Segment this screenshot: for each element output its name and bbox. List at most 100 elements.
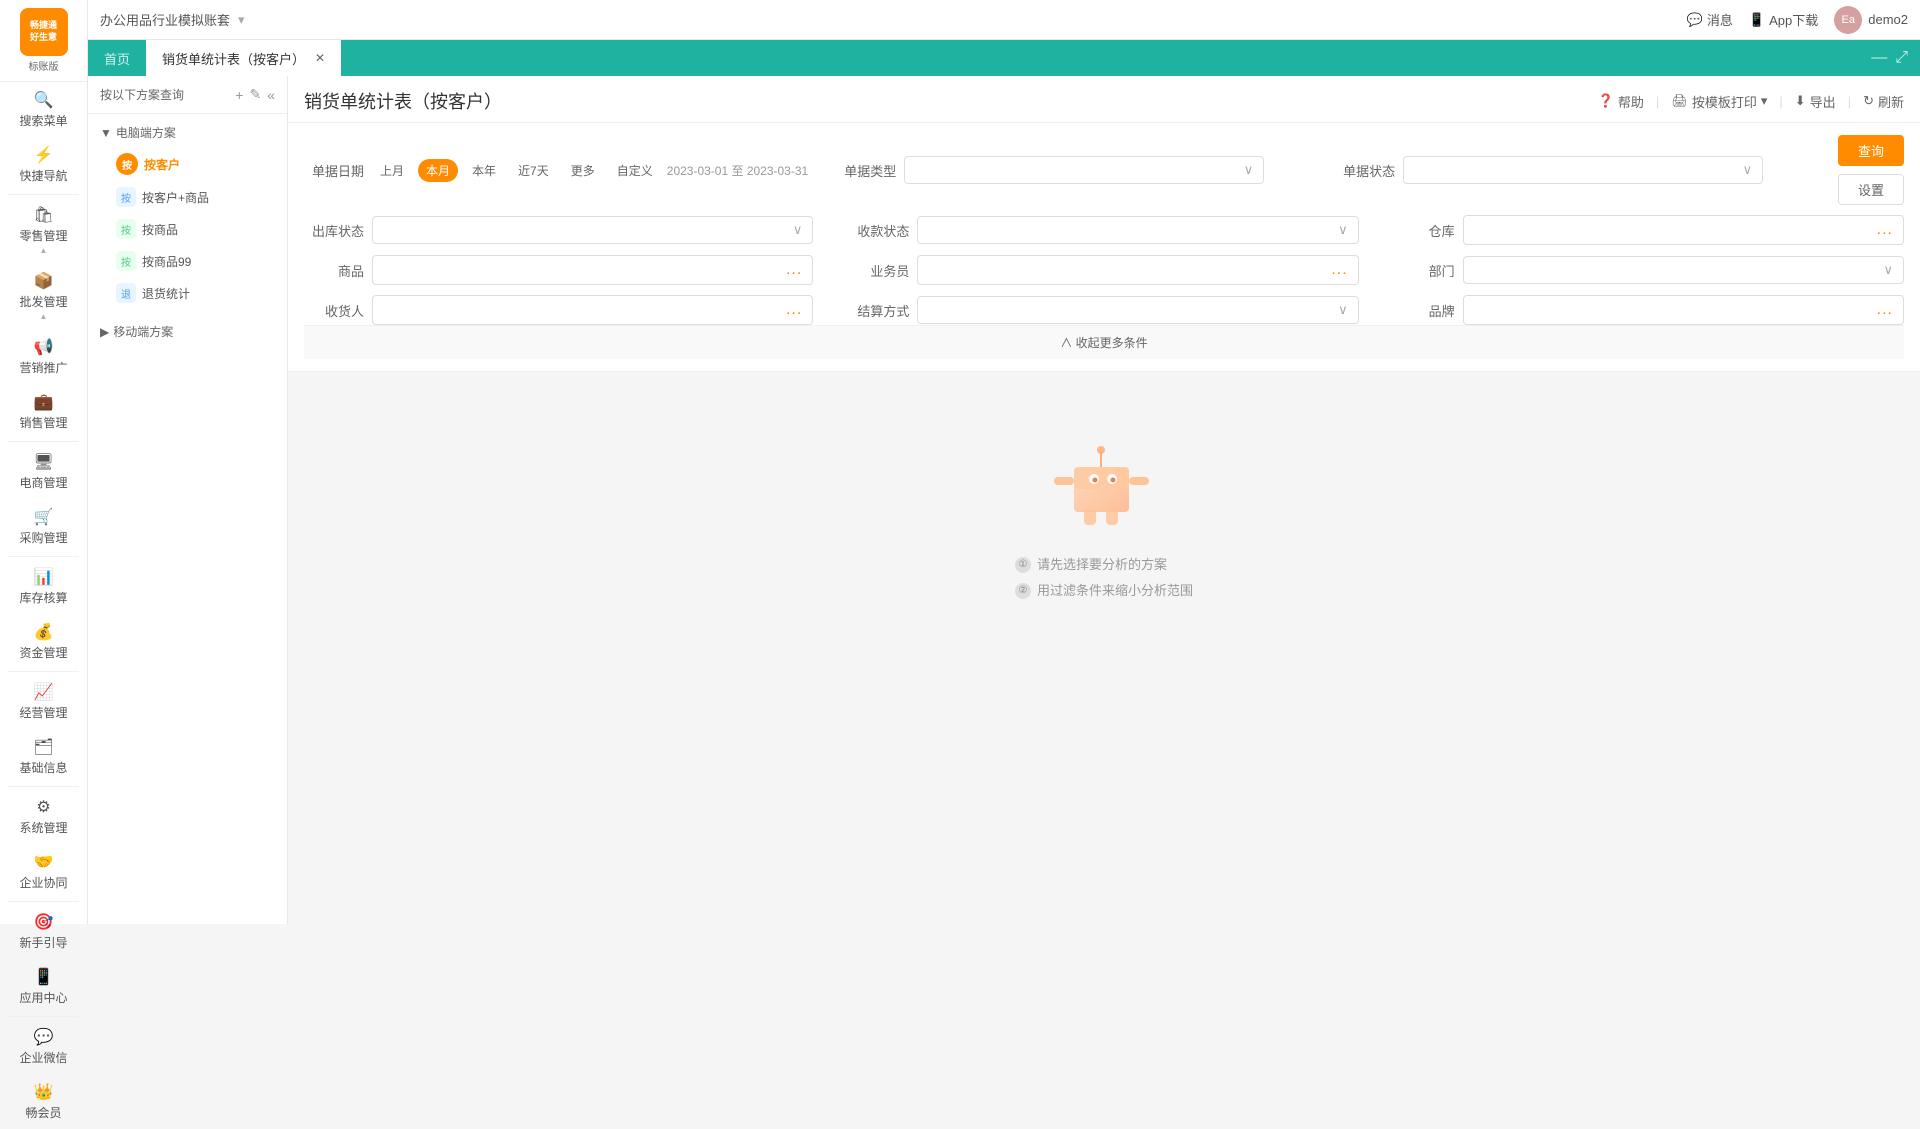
filter-area: 单据日期 上月 本月 本年 近7天 更多 自定义 2023-03-01 至 20…: [288, 123, 1920, 372]
scheme-group-desktop: ▼ 电脑端方案 按 按客户 按 按客户+商品 按 按商品: [88, 114, 287, 313]
recipient-select[interactable]: ...: [372, 295, 813, 325]
message-button[interactable]: 💬 消息: [1687, 10, 1733, 29]
scheme-item-icon-5: 退: [116, 283, 136, 303]
scheme-item-by-product99[interactable]: 按 按商品99: [88, 245, 287, 277]
print-button[interactable]: 🖨 按模板打印 ▾: [1671, 92, 1767, 111]
sidebar-item-finance[interactable]: 💰资金管理: [0, 614, 87, 669]
sidebar-item-purchase[interactable]: 🛒采购管理: [0, 499, 87, 554]
tip-num-1: ①: [1015, 557, 1031, 573]
scheme-item-by-customer[interactable]: 按 按客户: [88, 147, 287, 181]
scheme-collapse-button[interactable]: «: [267, 87, 275, 103]
pay-status-label: 收款状态: [849, 221, 909, 240]
scheme-edit-button[interactable]: ✎: [249, 86, 261, 103]
bill-type-select[interactable]: ∨: [904, 156, 1264, 184]
sidebar-item-marketing[interactable]: 📢营销推广: [0, 329, 87, 384]
help-button[interactable]: ❓ 帮助: [1598, 92, 1644, 111]
basic-icon: 🗂: [33, 737, 53, 757]
sidebar-item-label-appstore: 应用中心: [19, 989, 67, 1006]
sidebar-item-shortcut[interactable]: ⚡快捷导航: [0, 137, 87, 192]
tab-home[interactable]: 首页: [88, 40, 146, 76]
scheme-item-return-stats[interactable]: 退 退货统计: [88, 277, 287, 309]
sidebar-item-newbie[interactable]: 🎯新手引导: [0, 904, 87, 959]
sidebar-item-wechat[interactable]: 💬企业微信: [0, 1019, 87, 1074]
page-header-actions: ❓ 帮助 | 🖨 按模板打印 ▾ | ⬇ 导出 |: [1598, 92, 1904, 111]
refresh-button[interactable]: ↻ 刷新: [1863, 92, 1904, 111]
scheme-add-button[interactable]: +: [235, 87, 243, 103]
pay-status-arrow-icon: ∨: [1338, 222, 1348, 238]
sidebar-item-inventory[interactable]: 📊 库存核算: [0, 559, 87, 614]
sales-icon: 💼: [34, 392, 54, 412]
sidebar-item-label-inventory: 库存核算: [19, 589, 67, 606]
tab-sales-stat[interactable]: 销货单统计表（按客户） ✕: [146, 40, 341, 76]
sidebar-divider-purchase: [8, 556, 79, 557]
settle-select[interactable]: ∨: [917, 296, 1358, 324]
collapse-more-button[interactable]: ∧ 收起更多条件: [304, 325, 1904, 359]
date-this-year[interactable]: 本年: [464, 159, 504, 182]
brand-select[interactable]: ...: [1463, 295, 1904, 325]
sidebar-item-system[interactable]: ⚙系统管理: [0, 789, 87, 844]
sidebar-divider-shortcut: [8, 194, 79, 195]
bill-type-arrow-icon: ∨: [1244, 162, 1254, 178]
pay-status-select[interactable]: ∨: [917, 216, 1358, 244]
purchase-icon: 🛒: [34, 507, 54, 527]
sidebar-item-label-shortcut: 快捷导航: [19, 167, 67, 184]
scheme-item-by-product[interactable]: 按 按商品: [88, 213, 287, 245]
sidebar-item-label-ecommerce: 电商管理: [19, 474, 67, 491]
bill-status-select[interactable]: ∨: [1403, 156, 1763, 184]
scheme-item-label-2: 按客户+商品: [142, 189, 209, 206]
search-button[interactable]: 查询: [1838, 135, 1904, 166]
product-select[interactable]: ...: [372, 255, 813, 285]
scheme-item-icon-2: 按: [116, 187, 136, 207]
salesman-select[interactable]: ...: [917, 255, 1358, 285]
empty-tip-1: ① 请先选择要分析的方案: [1015, 552, 1193, 578]
sidebar-item-retail[interactable]: 🛍零售管理▲: [0, 197, 87, 263]
settings-button[interactable]: 设置: [1838, 174, 1904, 205]
member-icon: 👑: [34, 1082, 54, 1102]
tab-home-label: 首页: [104, 49, 130, 68]
tab-maximize-icon[interactable]: ⤢: [1895, 49, 1908, 67]
dropdown-icon[interactable]: ▾: [238, 12, 245, 28]
date-last-7-days[interactable]: 近7天: [510, 159, 557, 182]
out-status-select[interactable]: ∨: [372, 216, 813, 244]
scheme-group-label: 电脑端方案: [116, 124, 176, 141]
date-more[interactable]: 更多: [563, 159, 603, 182]
tab-minimize-icon[interactable]: —: [1871, 49, 1887, 67]
scheme-group-mobile-toggle[interactable]: ▶ 移动端方案: [88, 317, 287, 346]
scheme-item-label: 按客户: [144, 156, 180, 173]
date-this-month[interactable]: 本月: [418, 159, 458, 182]
inventory-icon: 📊: [34, 567, 54, 587]
sidebar-item-member[interactable]: 👑畅会员: [0, 1074, 87, 1129]
tip-text-1: 请先选择要分析的方案: [1037, 552, 1167, 578]
sidebar-item-label-sales: 销售管理: [19, 414, 67, 431]
tab-close-icon[interactable]: ✕: [315, 51, 325, 65]
sidebar-item-enterprise[interactable]: 🤝企业协同: [0, 844, 87, 899]
scheme-group-arrow: ▼: [100, 126, 112, 140]
user-profile[interactable]: Ea demo2: [1834, 6, 1908, 34]
sidebar-item-sales[interactable]: 💼 销售管理: [0, 384, 87, 439]
scheme-item-by-customer-product[interactable]: 按 按客户+商品: [88, 181, 287, 213]
search-icon: 🔍: [34, 90, 54, 110]
content-area: 按以下方案查询 + ✎ « ▼ 电脑端方案 按 按客户: [88, 76, 1920, 924]
refresh-icon: ↻: [1863, 93, 1874, 109]
date-custom[interactable]: 自定义: [609, 159, 661, 182]
brand-dots-icon: ...: [1877, 301, 1893, 319]
sidebar-item-wholesale[interactable]: 📦批发管理▲: [0, 263, 87, 329]
sidebar-item-label-retail: 零售管理: [19, 227, 67, 244]
industry-selector[interactable]: 办公用品行业模拟账套 ▾: [100, 10, 245, 29]
sidebar-item-basic[interactable]: 🗂基础信息: [0, 729, 87, 784]
filter-row-3: 商品 ... 业务员 ... 部门: [304, 255, 1904, 285]
date-last-month[interactable]: 上月: [372, 159, 412, 182]
sidebar-item-search[interactable]: 🔍搜索菜单: [0, 82, 87, 137]
warehouse-select[interactable]: ...: [1463, 215, 1904, 245]
scheme-panel-header: 按以下方案查询 + ✎ «: [88, 76, 287, 114]
app-download-button[interactable]: 📱 App下载: [1749, 10, 1818, 29]
header-actions: 💬 消息 📱 App下载 Ea demo2: [1687, 6, 1908, 34]
export-button[interactable]: ⬇ 导出: [1795, 92, 1836, 111]
sidebar-item-ecommerce[interactable]: 🖥电商管理: [0, 444, 87, 499]
sidebar-item-appstore[interactable]: 📱应用中心: [0, 959, 87, 1014]
scheme-group-desktop-toggle[interactable]: ▼ 电脑端方案: [88, 118, 287, 147]
department-select[interactable]: ∨: [1463, 256, 1904, 284]
recipient-label: 收货人: [304, 301, 364, 320]
sidebar-divider-basic: [8, 786, 79, 787]
sidebar-item-business[interactable]: 📈经营管理: [0, 674, 87, 729]
